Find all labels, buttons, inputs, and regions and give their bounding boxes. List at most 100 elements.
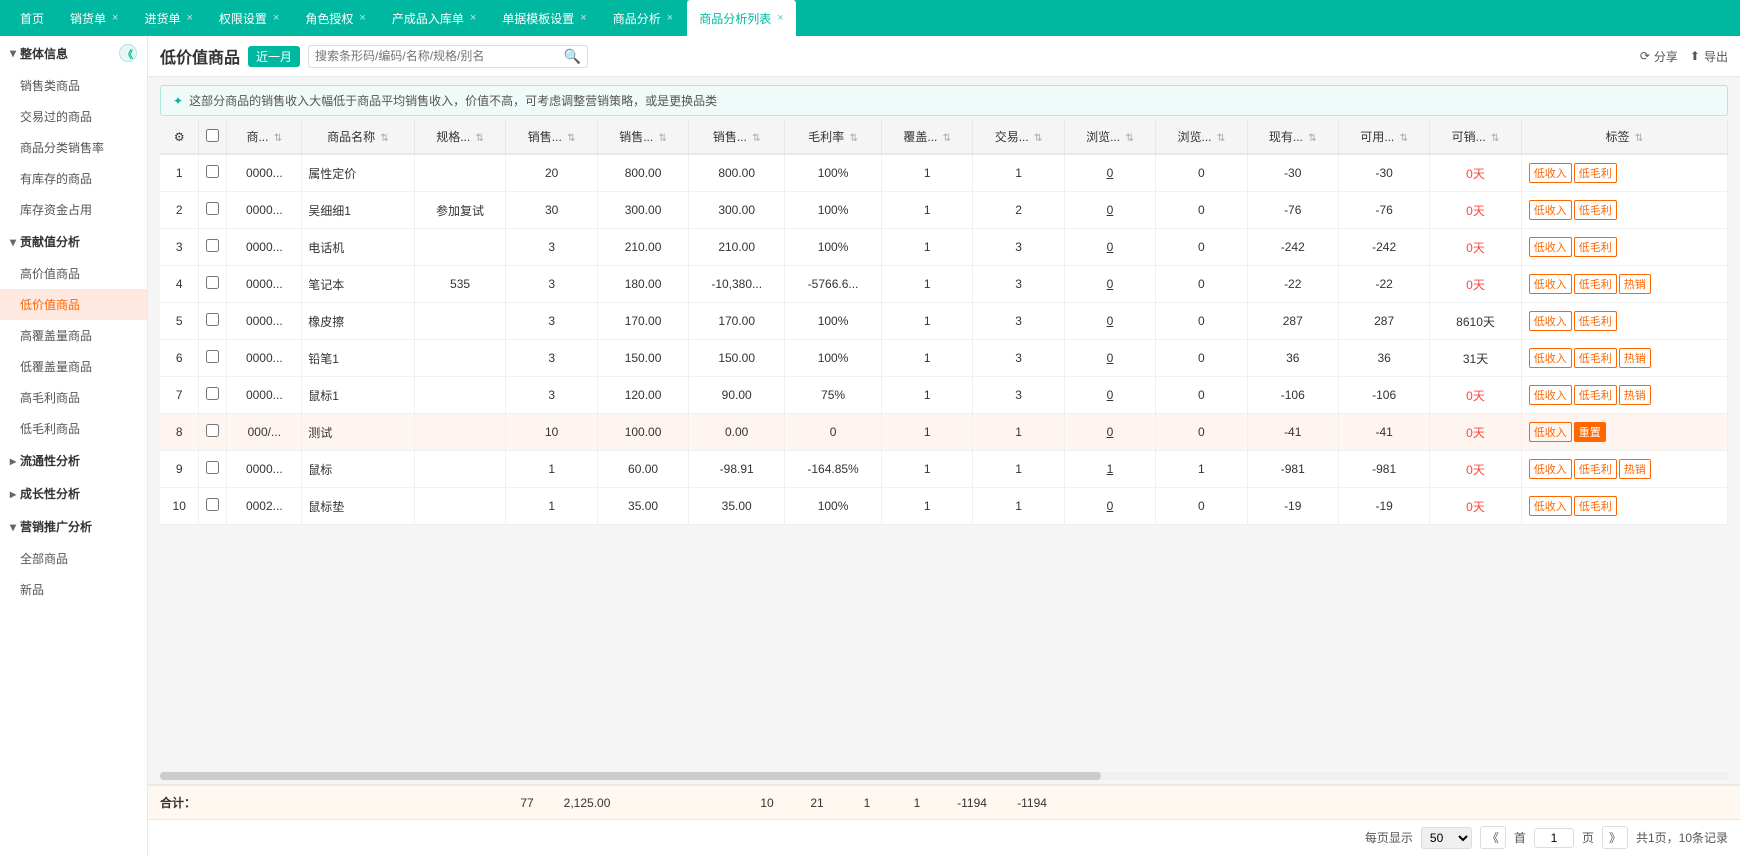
col-tags[interactable]: 标签 ⇅ [1521, 120, 1727, 154]
nav-product-in[interactable]: 产成品入库单 × [380, 0, 488, 36]
cell-name: 铅笔1 [302, 340, 414, 377]
last-page-button[interactable]: 》 [1602, 826, 1628, 849]
nav-sales-order[interactable]: 销货单 × [58, 0, 130, 36]
horizontal-scrollbar[interactable] [160, 772, 1728, 780]
sidebar-item-low-margin[interactable]: 低毛利商品 [0, 413, 147, 444]
export-button[interactable]: ⬆ 导出 [1690, 48, 1728, 65]
view1-link[interactable]: 0 [1107, 203, 1114, 217]
col-spec[interactable]: 规格... ⇅ [414, 120, 506, 154]
cell-sales-qty: 3 [506, 303, 597, 340]
cell-coverage: 1 [881, 266, 972, 303]
per-page-select[interactable]: 50 100 200 [1421, 827, 1472, 849]
close-icon[interactable]: × [470, 12, 476, 24]
close-icon[interactable]: × [777, 12, 783, 24]
row-checkbox[interactable] [206, 387, 219, 400]
col-name[interactable]: 商品名称 ⇅ [302, 120, 414, 154]
view1-link[interactable]: 0 [1107, 240, 1114, 254]
sidebar-item-high-margin[interactable]: 高毛利商品 [0, 382, 147, 413]
sidebar-item-high-value[interactable]: 高价值商品 [0, 258, 147, 289]
scrollbar-thumb[interactable] [160, 772, 1101, 780]
view1-link[interactable]: 0 [1107, 388, 1114, 402]
close-icon[interactable]: × [186, 12, 192, 24]
col-coverage[interactable]: 覆盖... ⇅ [881, 120, 972, 154]
cell-checkbox [199, 340, 227, 377]
sidebar-section-contribution[interactable]: ▾ 贡献值分析 [0, 225, 147, 258]
row-checkbox[interactable] [206, 239, 219, 252]
period-button[interactable]: 近一月 [248, 46, 300, 67]
cell-code: 0000... [227, 154, 302, 192]
sidebar-item-traded-products[interactable]: 交易过的商品 [0, 101, 147, 132]
search-icon[interactable]: 🔍 [564, 48, 581, 65]
row-checkbox[interactable] [206, 498, 219, 511]
cell-transaction: 3 [973, 303, 1064, 340]
col-sales-price[interactable]: 销售... ⇅ [689, 120, 785, 154]
view1-link[interactable]: 0 [1107, 499, 1114, 513]
view1-link[interactable]: 0 [1107, 351, 1114, 365]
nav-product-analysis-list[interactable]: 商品分析列表 × [687, 0, 795, 36]
close-icon[interactable]: × [359, 12, 365, 24]
select-all-checkbox[interactable] [206, 129, 219, 142]
col-view1[interactable]: 浏览... ⇅ [1064, 120, 1155, 154]
cell-no: 8 [160, 414, 199, 451]
footer-available: -1194 [1002, 796, 1062, 810]
sidebar-item-stock-capital[interactable]: 库存资金占用 [0, 194, 147, 225]
nav-purchase-order[interactable]: 进货单 × [132, 0, 204, 36]
row-checkbox[interactable] [206, 313, 219, 326]
cell-coverage: 1 [881, 414, 972, 451]
close-icon[interactable]: × [112, 12, 118, 24]
sidebar-item-high-coverage[interactable]: 高覆盖量商品 [0, 320, 147, 351]
col-code[interactable]: 商... ⇅ [227, 120, 302, 154]
row-checkbox[interactable] [206, 461, 219, 474]
cell-margin: -5766.6... [785, 266, 882, 303]
sidebar-item-sales-products[interactable]: 销售类商品 [0, 70, 147, 101]
nav-home[interactable]: 首页 [8, 0, 56, 36]
close-icon[interactable]: × [580, 12, 586, 24]
view1-link[interactable]: 0 [1107, 166, 1114, 180]
first-page-button[interactable]: 《 [1480, 826, 1506, 849]
sidebar-section-marketing[interactable]: ▾ 营销推广分析 [0, 510, 147, 543]
col-sales-amt[interactable]: 销售... ⇅ [597, 120, 688, 154]
nav-role[interactable]: 角色授权 × [293, 0, 377, 36]
sidebar-section-growth[interactable]: ▸ 成长性分析 [0, 477, 147, 510]
sidebar-section-overall[interactable]: ▾ 整体信息 《 [0, 36, 147, 70]
sidebar-item-category-rate[interactable]: 商品分类销售率 [0, 132, 147, 163]
search-input[interactable] [315, 49, 564, 63]
row-checkbox[interactable] [206, 424, 219, 437]
page-number-input[interactable] [1534, 828, 1574, 848]
cell-sales-amt: 60.00 [597, 451, 688, 488]
nav-product-analysis[interactable]: 商品分析 × [601, 0, 685, 36]
row-checkbox[interactable] [206, 165, 219, 178]
sidebar-section-circulation[interactable]: ▸ 流通性分析 [0, 444, 147, 477]
col-settings[interactable]: ⚙ [160, 120, 199, 154]
col-available[interactable]: 可用... ⇅ [1338, 120, 1429, 154]
view1-link[interactable]: 0 [1107, 314, 1114, 328]
cell-sales-amt: 150.00 [597, 340, 688, 377]
share-button[interactable]: ⟳ 分享 [1640, 48, 1678, 65]
tag: 低毛利 [1574, 496, 1617, 516]
col-view2[interactable]: 浏览... ⇅ [1156, 120, 1247, 154]
col-sales-qty[interactable]: 销售... ⇅ [506, 120, 597, 154]
sidebar-item-all-products[interactable]: 全部商品 [0, 543, 147, 574]
cell-sellable: 31天 [1430, 340, 1521, 377]
cell-view1: 0 [1064, 266, 1155, 303]
nav-template[interactable]: 单据模板设置 × [490, 0, 598, 36]
cell-view2: 1 [1156, 451, 1247, 488]
sidebar-item-new-products[interactable]: 新品 [0, 574, 147, 605]
close-icon[interactable]: × [667, 12, 673, 24]
row-checkbox[interactable] [206, 202, 219, 215]
nav-permission[interactable]: 权限设置 × [207, 0, 291, 36]
col-sellable[interactable]: 可销... ⇅ [1430, 120, 1521, 154]
col-transaction[interactable]: 交易... ⇅ [973, 120, 1064, 154]
collapse-button[interactable]: 《 [119, 44, 137, 62]
view1-link[interactable]: 0 [1107, 425, 1114, 439]
view1-link[interactable]: 1 [1107, 462, 1114, 476]
sidebar-item-stock-products[interactable]: 有库存的商品 [0, 163, 147, 194]
row-checkbox[interactable] [206, 350, 219, 363]
col-current[interactable]: 现有... ⇅ [1247, 120, 1338, 154]
col-margin[interactable]: 毛利率 ⇅ [785, 120, 882, 154]
view1-link[interactable]: 0 [1107, 277, 1114, 291]
sidebar-item-low-coverage[interactable]: 低覆盖量商品 [0, 351, 147, 382]
sidebar-item-low-value[interactable]: 低价值商品 [0, 289, 147, 320]
row-checkbox[interactable] [206, 276, 219, 289]
close-icon[interactable]: × [273, 12, 279, 24]
